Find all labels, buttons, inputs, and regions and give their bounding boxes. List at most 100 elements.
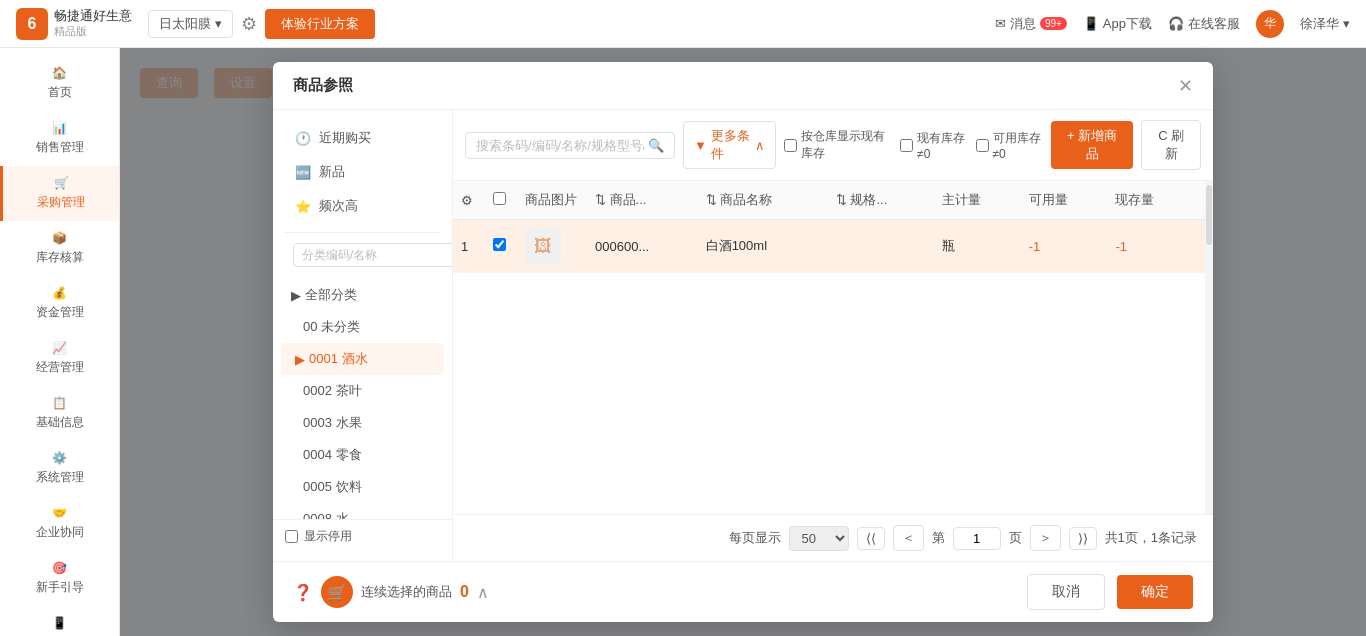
messages-nav[interactable]: ✉ 消息 99+ bbox=[995, 15, 1067, 33]
page-number-input[interactable] bbox=[953, 527, 1001, 550]
modal-overlay: 商品参照 ✕ 🕐 近期购买 🆕 bbox=[120, 48, 1366, 636]
topbar-right: ✉ 消息 99+ 📱 App下载 🎧 在线客服 华 徐泽华 ▾ bbox=[995, 10, 1350, 38]
refresh-button[interactable]: C 刷新 bbox=[1141, 120, 1201, 170]
sidebar-item-inventory[interactable]: 📦 库存核算 bbox=[0, 221, 119, 276]
modal-close-button[interactable]: ✕ bbox=[1178, 77, 1193, 95]
triangle-icon: ▶ bbox=[291, 288, 301, 303]
gear-icon[interactable]: ⚙ bbox=[241, 13, 257, 35]
cancel-button[interactable]: 取消 bbox=[1027, 574, 1105, 610]
row-select-checkbox[interactable] bbox=[493, 238, 506, 251]
sidebar-item-enterprise[interactable]: 🤝 企业协同 bbox=[0, 496, 119, 551]
clock-icon: 🕐 bbox=[295, 131, 311, 146]
active-arrow-icon: ▶ bbox=[295, 352, 305, 367]
user-name-nav[interactable]: 徐泽华 ▾ bbox=[1300, 15, 1350, 33]
add-product-button[interactable]: + 新增商品 bbox=[1051, 121, 1133, 169]
user-name: 徐泽华 bbox=[1300, 15, 1339, 33]
total-info: 共1页，1条记录 bbox=[1105, 529, 1197, 547]
show-disabled-toggle[interactable]: 显示停用 bbox=[273, 519, 452, 553]
row-checkbox[interactable] bbox=[485, 220, 517, 273]
category-item-00[interactable]: 00 未分类 bbox=[281, 311, 444, 343]
product-panel: 🔍 ▼ 更多条件 ∧ 按仓库显示现有库存 bbox=[453, 110, 1213, 561]
col-stock: 现存量 bbox=[1107, 181, 1213, 220]
sidebar-item-guide[interactable]: 🎯 新手引导 bbox=[0, 551, 119, 606]
new-products-btn[interactable]: 🆕 新品 bbox=[285, 156, 440, 188]
sidebar-label-enterprise: 企业协同 bbox=[36, 524, 84, 541]
finance-icon: 💰 bbox=[52, 286, 67, 300]
category-item-0008[interactable]: 0008 水 bbox=[281, 503, 444, 519]
col-code[interactable]: ⇅ 商品... bbox=[587, 181, 698, 220]
available-nonzero-filter[interactable]: 可用库存≠0 bbox=[976, 130, 1043, 161]
product-search-input[interactable] bbox=[476, 138, 644, 153]
sidebar-label-operations: 经营管理 bbox=[36, 359, 84, 376]
help-icon[interactable]: ❓ bbox=[293, 583, 313, 602]
warehouse-stock-filter[interactable]: 按仓库显示现有库存 bbox=[784, 128, 892, 162]
app-download-nav[interactable]: 📱 App下载 bbox=[1083, 15, 1152, 33]
cart-button[interactable]: 🛒 bbox=[321, 576, 353, 608]
last-page-btn[interactable]: ⟩⟩ bbox=[1069, 527, 1097, 550]
collapse-footer-btn[interactable]: ∧ bbox=[477, 583, 489, 602]
more-filter-button[interactable]: ▼ 更多条件 ∧ bbox=[683, 121, 776, 169]
vertical-scrollbar[interactable] bbox=[1205, 181, 1213, 514]
sidebar-item-apps[interactable]: 📱 应用中心 bbox=[0, 606, 119, 636]
sidebar-item-home[interactable]: 🏠 首页 bbox=[0, 56, 119, 111]
filter-label: 更多条件 bbox=[711, 127, 752, 163]
frequent-btn[interactable]: ⭐ 频次高 bbox=[285, 190, 440, 222]
col-settings[interactable]: ⚙ bbox=[453, 181, 485, 220]
col-name[interactable]: ⇅ 商品名称 bbox=[698, 181, 828, 220]
row-available: -1 bbox=[1021, 220, 1108, 273]
sidebar-item-purchase[interactable]: 🛒 采购管理 bbox=[0, 166, 119, 221]
confirm-button[interactable]: 确定 bbox=[1117, 575, 1193, 609]
recent-purchases-btn[interactable]: 🕐 近期购买 bbox=[285, 122, 440, 154]
logo-text: 畅捷通好生意 bbox=[54, 8, 132, 24]
pagination-bar: 每页显示 50 20 100 ⟨⟨ ＜ 第 页 ＞ bbox=[453, 514, 1213, 561]
online-service-label: 在线客服 bbox=[1188, 15, 1240, 33]
logo-sub: 精品版 bbox=[54, 24, 132, 39]
category-search-box[interactable]: 🔍 bbox=[293, 243, 480, 267]
category-item-0002[interactable]: 0002 茶叶 bbox=[281, 375, 444, 407]
col-spec[interactable]: ⇅ 规格... bbox=[828, 181, 934, 220]
category-item-0005[interactable]: 0005 饮料 bbox=[281, 471, 444, 503]
sidebar-item-basics[interactable]: 📋 基础信息 bbox=[0, 386, 119, 441]
next-page-btn[interactable]: ＞ bbox=[1030, 525, 1061, 551]
table-header-row: ⚙ 商品图片 ⇅ 商品... ⇅ 商品名称 bbox=[453, 181, 1213, 220]
warehouse-stock-checkbox[interactable] bbox=[784, 139, 797, 152]
sidebar-item-sales[interactable]: 📊 销售管理 bbox=[0, 111, 119, 166]
prev-page-btn[interactable]: ＜ bbox=[893, 525, 924, 551]
sales-icon: 📊 bbox=[52, 121, 67, 135]
headset-icon: 🎧 bbox=[1168, 16, 1184, 31]
nonzero-stock-checkbox[interactable] bbox=[900, 139, 913, 152]
product-search-bar[interactable]: 🔍 bbox=[465, 132, 675, 159]
row-stock: -1 bbox=[1107, 220, 1213, 273]
messages-badge: 99+ bbox=[1040, 17, 1067, 30]
topbar: 6 畅捷通好生意 精品版 日太阳膜 ▾ ⚙ 体验行业方案 ✉ 消息 99+ 📱 … bbox=[0, 0, 1366, 48]
show-disabled-label: 显示停用 bbox=[304, 528, 352, 545]
category-all[interactable]: ▶ 全部分类 bbox=[281, 279, 444, 311]
col-image: 商品图片 bbox=[517, 181, 587, 220]
page-label: 第 bbox=[932, 529, 945, 547]
user-chevron-icon: ▾ bbox=[1343, 16, 1350, 31]
first-page-btn[interactable]: ⟨⟨ bbox=[857, 527, 885, 550]
sidebar-item-operations[interactable]: 📈 经营管理 bbox=[0, 331, 119, 386]
category-tree: ▶ 全部分类 00 未分类 ▶ 0001 酒水 0002 茶 bbox=[273, 279, 452, 519]
category-item-0004[interactable]: 0004 零食 bbox=[281, 439, 444, 471]
category-item-0001[interactable]: ▶ 0001 酒水 bbox=[281, 343, 444, 375]
available-nonzero-checkbox[interactable] bbox=[976, 139, 989, 152]
category-search-input[interactable] bbox=[302, 248, 452, 262]
table-row[interactable]: 1 🖼 bbox=[453, 220, 1213, 273]
filter-icon: ▼ bbox=[694, 138, 707, 153]
guide-icon: 🎯 bbox=[52, 561, 67, 575]
online-service-nav[interactable]: 🎧 在线客服 bbox=[1168, 15, 1240, 33]
sidebar-item-finance[interactable]: 💰 资金管理 bbox=[0, 276, 119, 331]
user-avatar[interactable]: 华 bbox=[1256, 10, 1284, 38]
show-disabled-checkbox[interactable] bbox=[285, 530, 298, 543]
apps-icon: 📱 bbox=[52, 616, 67, 630]
page-size-select[interactable]: 50 20 100 bbox=[789, 526, 849, 551]
nonzero-stock-filter[interactable]: 现有库存≠0 bbox=[900, 130, 967, 161]
store-selector[interactable]: 日太阳膜 ▾ bbox=[148, 10, 233, 38]
category-item-0003[interactable]: 0003 水果 bbox=[281, 407, 444, 439]
select-all-checkbox[interactable] bbox=[493, 192, 506, 205]
product-toolbar: 🔍 ▼ 更多条件 ∧ 按仓库显示现有库存 bbox=[453, 110, 1213, 181]
sidebar-item-system[interactable]: ⚙️ 系统管理 bbox=[0, 441, 119, 496]
row-spec bbox=[828, 220, 934, 273]
trial-button[interactable]: 体验行业方案 bbox=[265, 9, 375, 39]
